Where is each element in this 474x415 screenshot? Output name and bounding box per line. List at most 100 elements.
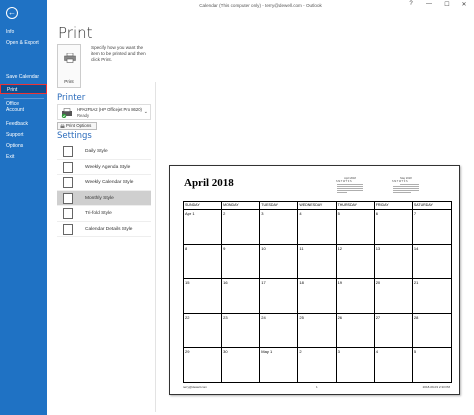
day-cell: 30 xyxy=(222,348,261,383)
sidebar-item-print[interactable]: Print xyxy=(0,84,47,94)
style-weekly-calendar[interactable]: Weekly Calendar Style xyxy=(57,175,151,191)
printer-icon xyxy=(64,53,76,63)
style-label: Daily Style xyxy=(85,149,108,154)
mini-calendar-current: April 2018 S M T W T F S xyxy=(336,177,364,195)
day-cell: 26 xyxy=(336,313,375,349)
style-monthly[interactable]: Monthly Style xyxy=(57,190,151,206)
weekly-agenda-style-icon xyxy=(63,161,73,173)
style-label: Weekly Calendar Style xyxy=(85,180,134,185)
day-cell: 20 xyxy=(374,279,413,314)
weekday-label: MONDAY xyxy=(222,202,261,209)
month-body: Apr 1 2 3 4 5 6 7 8 9 10 11 12 13 14 15 16 17 18 19 20 21 22 2… xyxy=(184,210,451,383)
window-titlebar: Calendar (This computer only) - terry@de… xyxy=(47,0,474,12)
help-icon[interactable]: ? xyxy=(404,1,418,7)
day-cell: 29 xyxy=(184,348,223,383)
page-title: Print xyxy=(58,24,93,42)
style-label: Tri-fold Style xyxy=(85,211,112,216)
preview-footer-page: 1 xyxy=(316,385,318,389)
style-label: Calendar Details Style xyxy=(85,226,133,232)
print-options-icon xyxy=(60,124,65,128)
sidebar-item-info[interactable]: Info xyxy=(0,27,47,37)
weekly-calendar-style-icon xyxy=(63,177,73,188)
month-grid: SUNDAY MONDAY TUESDAY WEDNESDAY THURSDAY FRID… xyxy=(183,201,452,383)
day-cell: 3 xyxy=(337,348,375,383)
day-cell: 18 xyxy=(298,279,337,314)
maximize-icon[interactable]: ☐ xyxy=(440,1,454,8)
printer-name: HPA2F5A2 (HP Officejet Pro 8620) xyxy=(77,107,142,112)
day-cell: Apr 1 xyxy=(184,210,223,245)
day-cell: 5 xyxy=(336,210,375,245)
sidebar-item-open-export[interactable]: Open & Export xyxy=(0,38,47,48)
sidebar-item-support[interactable]: Support xyxy=(0,130,47,140)
weekday-label: TUESDAY xyxy=(260,202,299,209)
day-cell: 13 xyxy=(374,244,413,280)
sidebar-item-feedback[interactable]: Feedback xyxy=(0,119,47,129)
weekday-label: SATURDAY xyxy=(413,203,433,207)
style-calendar-details[interactable]: Calendar Details Style xyxy=(57,222,151,237)
sidebar-item-options[interactable]: Options xyxy=(0,141,47,151)
sidebar-item-office-account[interactable]: Office Account xyxy=(0,101,30,115)
style-daily[interactable]: Daily Style xyxy=(57,144,151,160)
printer-status: Ready xyxy=(77,113,90,118)
day-cell: 5 xyxy=(413,349,417,355)
sidebar-item-save-calendar[interactable]: Save Calendar xyxy=(0,72,47,82)
style-tri-fold[interactable]: Tri-fold Style xyxy=(57,206,151,222)
print-button-label: Print xyxy=(64,79,74,84)
style-label: Weekly Agenda Style xyxy=(85,164,131,170)
backstage-sidebar: ← Info Open & Export Save Calendar Print… xyxy=(0,0,47,415)
print-style-list: Daily Style Weekly Agenda Style Weekly C… xyxy=(57,144,151,237)
print-preview: April 2018 April 2018 S M T W T F S May … xyxy=(169,165,460,395)
day-cell: 2 xyxy=(222,210,261,245)
mini-calendar-dates xyxy=(393,184,419,193)
day-cell: 17 xyxy=(260,279,299,314)
printer-dropdown[interactable]: HPA2F5A2 (HP Officejet Pro 8620) Ready ⌄ xyxy=(57,104,151,120)
sidebar-divider xyxy=(4,98,44,99)
print-description: Specify how you want the item to be prin… xyxy=(91,45,146,62)
day-cell: 7 xyxy=(412,210,451,245)
pane-divider xyxy=(155,82,156,412)
chevron-down-icon: ⌄ xyxy=(143,109,148,115)
sidebar-item-exit[interactable]: Exit xyxy=(0,152,47,162)
minimize-icon[interactable]: — xyxy=(422,1,436,7)
day-cell: 11 xyxy=(298,244,337,280)
close-icon[interactable]: ✕ xyxy=(457,1,471,8)
tri-fold-style-icon xyxy=(63,208,73,219)
day-cell: 6 xyxy=(374,210,413,245)
monthly-style-icon xyxy=(63,192,73,204)
day-cell: 23 xyxy=(222,313,261,349)
day-cell: 19 xyxy=(336,279,375,314)
day-cell: May 1 xyxy=(260,348,299,383)
day-cell: 3 xyxy=(260,210,299,245)
style-weekly-agenda[interactable]: Weekly Agenda Style xyxy=(57,160,151,175)
print-button[interactable]: Print xyxy=(57,44,81,88)
preview-footer-timestamp: 2018-09-03 2:33 PM xyxy=(422,385,450,389)
day-cell: 2 xyxy=(298,348,337,383)
weekday-label: FRIDAY xyxy=(375,202,413,209)
day-cell: 14 xyxy=(412,245,451,280)
weekday-header: SUNDAY MONDAY TUESDAY WEDNESDAY THURSDAY FRID… xyxy=(184,202,451,210)
style-label: Monthly Style xyxy=(85,195,114,201)
day-cell: 12 xyxy=(336,244,375,280)
day-cell: 24 xyxy=(260,313,299,349)
printer-ready-icon xyxy=(61,108,72,118)
day-cell: 4 xyxy=(375,348,413,383)
day-cell: 22 xyxy=(184,313,223,349)
print-options-label: Print Options xyxy=(66,123,92,128)
day-cell: 10 xyxy=(260,244,299,280)
mini-calendar-next: May 2018 S M T W T F S xyxy=(392,177,420,195)
print-options-button[interactable]: Print Options xyxy=(57,122,97,130)
daily-style-icon xyxy=(63,146,73,157)
day-cell: 28 xyxy=(412,314,451,349)
weekday-label: SUNDAY xyxy=(184,202,223,209)
day-cell: 9 xyxy=(222,244,261,280)
printer-heading: Printer xyxy=(57,93,86,103)
weekday-label: THURSDAY xyxy=(337,202,375,209)
day-cell: 15 xyxy=(184,279,223,314)
day-cell: 16 xyxy=(222,279,261,314)
weekday-label: WEDNESDAY xyxy=(298,202,337,209)
mini-calendar-dates xyxy=(337,184,363,193)
day-cell: 8 xyxy=(184,244,223,280)
back-arrow-icon[interactable]: ← xyxy=(6,7,18,19)
preview-footer-email: terry@dewell.com xyxy=(183,385,208,389)
preview-month-title: April 2018 xyxy=(184,177,234,189)
